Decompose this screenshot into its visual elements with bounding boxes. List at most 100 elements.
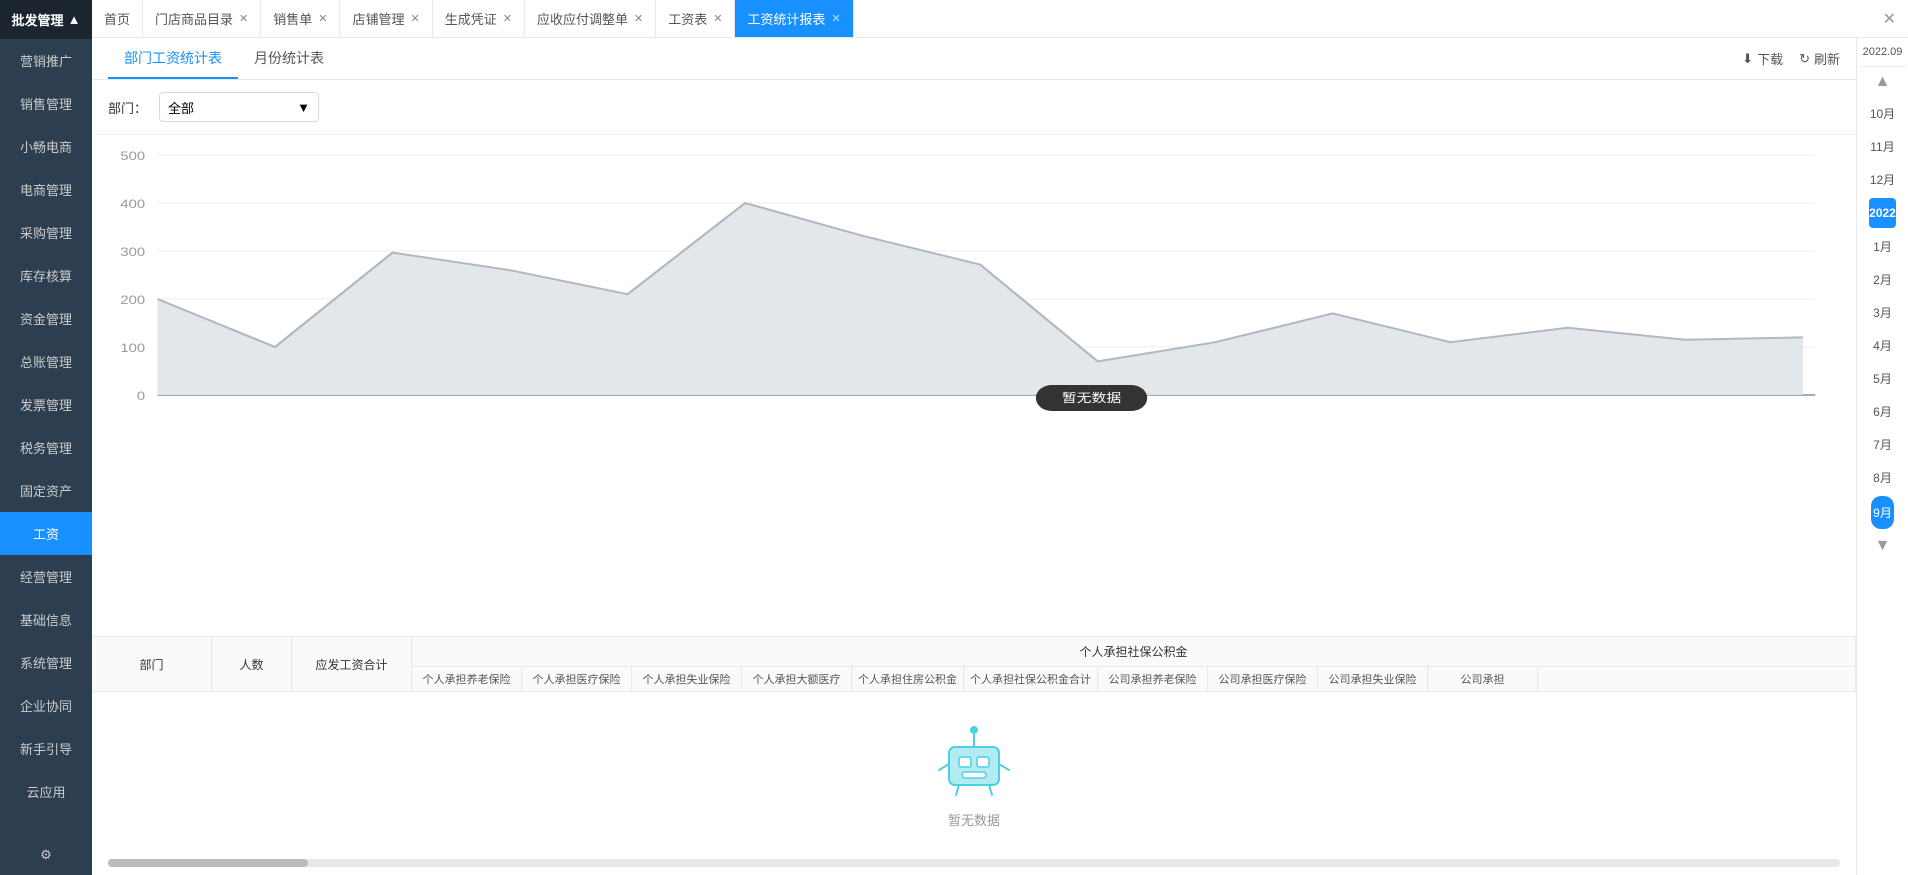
tab-label: 销售单 <box>273 9 312 28</box>
sidebar-item-库存核算[interactable]: 库存核算 <box>0 254 92 297</box>
sidebar-item-经营管理[interactable]: 经营管理 <box>0 555 92 598</box>
time-item-11月[interactable]: 11月 <box>1865 130 1900 163</box>
sub-tab-部门工资统计表[interactable]: 部门工资统计表 <box>108 38 238 79</box>
tab-销售单[interactable]: 销售单 ✕ <box>261 0 340 37</box>
th-group-subs: 个人承担养老保险个人承担医疗保险个人承担失业保险个人承担大额医疗个人承担住房公积… <box>412 667 1855 691</box>
tab-close-icon[interactable]: ✕ <box>634 12 643 25</box>
dept-label: 部门： <box>108 98 147 117</box>
dept-select[interactable]: 全部 ▼ <box>159 92 319 122</box>
refresh-button[interactable]: ↻ 刷新 <box>1799 49 1840 68</box>
time-item-6月[interactable]: 6月 <box>1865 395 1900 428</box>
th-sub-公司承担: 公司承担 <box>1428 667 1538 691</box>
svg-text:300: 300 <box>120 245 145 258</box>
sidebar-item-采购管理[interactable]: 采购管理 <box>0 211 92 254</box>
th-sub-个人承担失业保险: 个人承担失业保险 <box>632 667 742 691</box>
time-item-8月[interactable]: 8月 <box>1865 461 1900 494</box>
close-all-tabs-button[interactable]: ✕ <box>1871 0 1908 37</box>
tabs-container: 首页门店商品目录✕销售单✕店铺管理✕生成凭证✕应收应付调整单✕工资表✕工资统计报… <box>92 0 854 37</box>
sidebar-item-云应用[interactable]: 云应用 <box>0 770 92 813</box>
tab-工资统计报表[interactable]: 工资统计报表 ✕ <box>735 0 853 37</box>
time-nav-up-button[interactable]: ▲ <box>1857 67 1908 97</box>
sidebar-item-企业协同[interactable]: 企业协同 <box>0 684 92 727</box>
tab-close-icon[interactable]: ✕ <box>318 12 327 25</box>
time-items-container: 10月11月12月20221月2月3月4月5月6月7月8月9月 <box>1865 97 1900 531</box>
th-sub-个人承担养老保险: 个人承担养老保险 <box>412 667 522 691</box>
tab-label: 生成凭证 <box>445 9 497 28</box>
empty-text: 暂无数据 <box>948 810 1000 829</box>
toolbar: 部门： 全部 ▼ <box>92 80 1856 135</box>
tab-生成凭证[interactable]: 生成凭证 ✕ <box>433 0 525 37</box>
table-section: 部门 人数 应发工资合计 个人承担社保公积金 个人承担养老保险个人承担医疗保险个… <box>92 636 1856 875</box>
time-item-12月[interactable]: 12月 <box>1865 163 1900 196</box>
th-group-title: 个人承担社保公积金 <box>412 637 1855 667</box>
chart-svg: 500 400 300 200 100 0 <box>108 145 1840 445</box>
time-item-2月[interactable]: 2月 <box>1865 263 1900 296</box>
settings-button[interactable]: ⚙ <box>0 835 92 875</box>
sidebar-item-电商管理[interactable]: 电商管理 <box>0 168 92 211</box>
sub-tabs: 部门工资统计表月份统计表 ⬇ 下载 ↻ 刷新 <box>92 38 1856 80</box>
tab-close-icon[interactable]: ✕ <box>239 12 248 25</box>
time-panel-header: 2022.09 <box>1859 38 1907 67</box>
tab-首页[interactable]: 首页 <box>92 0 143 37</box>
sidebar-arrow-icon: ▲ <box>68 12 81 27</box>
main-area: 首页门店商品目录✕销售单✕店铺管理✕生成凭证✕应收应付调整单✕工资表✕工资统计报… <box>92 0 1908 875</box>
download-button[interactable]: ⬇ 下载 <box>1742 49 1783 68</box>
tabs-bar: 首页门店商品目录✕销售单✕店铺管理✕生成凭证✕应收应付调整单✕工资表✕工资统计报… <box>92 0 1908 38</box>
empty-state: 暂无数据 <box>92 692 1856 859</box>
th-sub-公司承担失业保险: 公司承担失业保险 <box>1318 667 1428 691</box>
time-item-7月[interactable]: 7月 <box>1865 428 1900 461</box>
sidebar-header[interactable]: 批发管理 ▲ <box>0 0 92 39</box>
svg-text:400: 400 <box>120 197 145 210</box>
horizontal-scrollbar[interactable] <box>108 859 1840 867</box>
time-item-2022[interactable]: 2022 <box>1869 198 1896 228</box>
chart-tooltip-text: 暂无数据 <box>1062 391 1121 404</box>
sub-tab-actions: ⬇ 下载 ↻ 刷新 <box>1742 49 1840 68</box>
sub-tabs-container: 部门工资统计表月份统计表 <box>108 38 340 79</box>
tab-close-icon[interactable]: ✕ <box>831 12 840 25</box>
sidebar-item-营销推广[interactable]: 营销推广 <box>0 39 92 82</box>
sidebar-items: 营销推广销售管理小畅电商电商管理采购管理库存核算资金管理总账管理发票管理税务管理… <box>0 39 92 813</box>
sidebar-item-工资[interactable]: 工资 <box>0 512 92 555</box>
time-item-1月[interactable]: 1月 <box>1865 230 1900 263</box>
tab-close-icon[interactable]: ✕ <box>713 12 722 25</box>
scrollbar-thumb[interactable] <box>108 859 308 867</box>
time-item-10月[interactable]: 10月 <box>1865 97 1900 130</box>
time-nav-down-button[interactable]: ▼ <box>1857 531 1908 561</box>
svg-text:0: 0 <box>137 389 145 402</box>
sidebar-item-资金管理[interactable]: 资金管理 <box>0 297 92 340</box>
svg-text:200: 200 <box>120 293 145 306</box>
svg-text:500: 500 <box>120 149 145 162</box>
sidebar-item-系统管理[interactable]: 系统管理 <box>0 641 92 684</box>
dept-value: 全部 <box>168 98 194 117</box>
time-item-9月[interactable]: 9月 <box>1871 496 1894 529</box>
sidebar-item-小畅电商[interactable]: 小畅电商 <box>0 125 92 168</box>
sidebar-item-总账管理[interactable]: 总账管理 <box>0 340 92 383</box>
tab-close-icon[interactable]: ✕ <box>411 12 420 25</box>
refresh-icon: ↻ <box>1799 51 1810 67</box>
time-item-3月[interactable]: 3月 <box>1865 296 1900 329</box>
time-item-5月[interactable]: 5月 <box>1865 362 1900 395</box>
time-item-4月[interactable]: 4月 <box>1865 329 1900 362</box>
svg-text:100: 100 <box>120 341 145 354</box>
chart-area: 500 400 300 200 100 0 <box>92 135 1856 636</box>
th-sub-个人承担住房公积金: 个人承担住房公积金 <box>852 667 964 691</box>
tab-close-icon[interactable]: ✕ <box>503 12 512 25</box>
sidebar-item-发票管理[interactable]: 发票管理 <box>0 383 92 426</box>
tab-label: 首页 <box>104 9 130 28</box>
download-icon: ⬇ <box>1742 51 1753 67</box>
sidebar-item-税务管理[interactable]: 税务管理 <box>0 426 92 469</box>
sidebar-item-新手引导[interactable]: 新手引导 <box>0 727 92 770</box>
sidebar-item-基础信息[interactable]: 基础信息 <box>0 598 92 641</box>
sub-tab-月份统计表[interactable]: 月份统计表 <box>238 38 340 79</box>
tab-工资表[interactable]: 工资表✕ <box>656 0 735 37</box>
th-sub-公司承担养老保险: 公司承担养老保险 <box>1098 667 1208 691</box>
tab-门店商品目录[interactable]: 门店商品目录 ✕ <box>143 0 261 37</box>
tab-label: 店铺管理 <box>352 9 404 28</box>
tab-店铺管理[interactable]: 店铺管理 ✕ <box>340 0 432 37</box>
tab-label: 工资统计报表 <box>747 9 825 28</box>
tab-label: 门店商品目录 <box>155 9 233 28</box>
tab-应收应付调整单[interactable]: 应收应付调整单✕ <box>525 0 656 37</box>
sidebar-item-销售管理[interactable]: 销售管理 <box>0 82 92 125</box>
sidebar-item-固定资产[interactable]: 固定资产 <box>0 469 92 512</box>
sidebar: 批发管理 ▲ 营销推广销售管理小畅电商电商管理采购管理库存核算资金管理总账管理发… <box>0 0 92 875</box>
